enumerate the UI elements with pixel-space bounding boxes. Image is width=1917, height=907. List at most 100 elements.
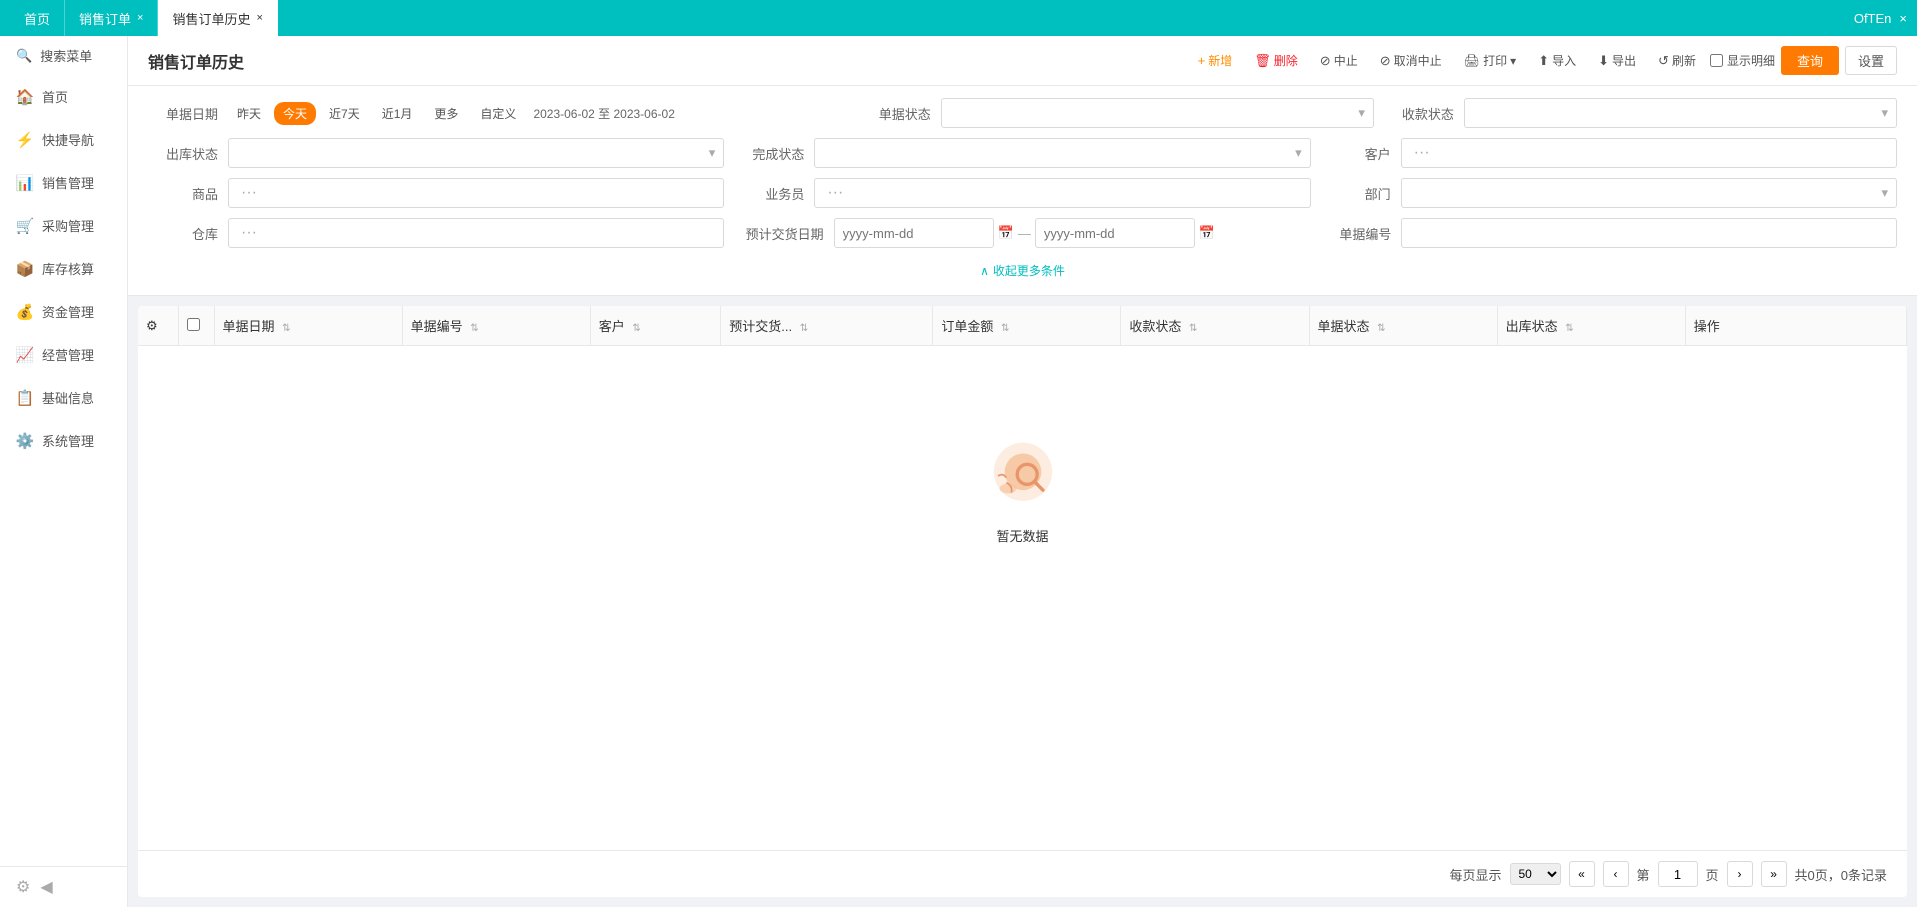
th-amount-label: 订单金额 <box>941 319 993 334</box>
date-tag-custom[interactable]: 自定义 <box>471 102 525 125</box>
total-text: 共0页，0条记录 <box>1795 865 1887 884</box>
product-dots[interactable]: ··· <box>237 184 261 202</box>
date-tag-yesterday[interactable]: 昨天 <box>228 102 270 125</box>
collapse-up-icon: ∧ <box>980 264 989 278</box>
completion-status-select[interactable]: ▾ <box>814 138 1310 168</box>
delivery-date-to[interactable] <box>1035 218 1195 248</box>
sidebar-search[interactable]: 🔍 搜索菜单 <box>0 36 127 75</box>
sidebar-item-quick-nav[interactable]: ⚡ 快捷导航 <box>0 118 127 161</box>
sidebar-item-home-label: 首页 <box>42 87 68 106</box>
page-label: 页 <box>1706 865 1719 884</box>
th-amount-sort[interactable]: ⇅ <box>1001 323 1009 334</box>
query-label: 查询 <box>1797 54 1823 69</box>
sidebar-item-sales[interactable]: 📊 销售管理 <box>0 161 127 204</box>
date-tag-7days[interactable]: 近7天 <box>320 102 369 125</box>
tab-sales-order[interactable]: 销售订单 × <box>65 0 158 36</box>
export-button[interactable]: ⬇ 导出 <box>1590 48 1644 73</box>
import-button[interactable]: ⬆ 导入 <box>1530 48 1584 73</box>
cancel-stop-button[interactable]: ⊘ 取消中止 <box>1372 48 1450 73</box>
collection-status-select[interactable]: ▾ <box>1464 98 1897 128</box>
delivery-date-label: 预计交货日期 <box>734 224 824 243</box>
add-label: 新增 <box>1208 52 1232 69</box>
filter-row-4: 仓库 ··· 预计交货日期 📅 — 📅 单据编号 <box>148 218 1897 248</box>
bill-status-select[interactable]: ▾ <box>941 98 1374 128</box>
salesperson-dots[interactable]: ··· <box>823 184 847 202</box>
sidebar-collapse-icon[interactable]: ◀ <box>40 877 52 897</box>
th-collection-sort[interactable]: ⇅ <box>1189 323 1197 334</box>
prev-page-btn[interactable]: ‹ <box>1603 861 1629 887</box>
setting-label: 设置 <box>1858 54 1884 69</box>
collapse-button[interactable]: ∧ 收起更多条件 <box>148 258 1897 283</box>
quick-nav-icon: ⚡ <box>16 131 34 149</box>
page-number-input[interactable] <box>1658 861 1698 887</box>
th-date-sort[interactable]: ⇅ <box>282 323 290 334</box>
th-delivery-sort[interactable]: ⇅ <box>800 323 808 334</box>
toolbar: + 新增 🗑 删除 ⊘ 中止 ⊘ 取消中止 🖨 打印 <box>1190 46 1897 75</box>
th-bill-status-sort[interactable]: ⇅ <box>1377 323 1385 334</box>
window-close-btn[interactable]: × <box>1899 11 1907 26</box>
first-page-btn[interactable]: « <box>1569 861 1595 887</box>
sidebar-item-inventory[interactable]: 📦 库存核算 <box>0 247 127 290</box>
refresh-button[interactable]: ↺ 刷新 <box>1650 48 1704 73</box>
print-button[interactable]: 🖨 打印 ▾ <box>1456 48 1525 73</box>
display-cols-input[interactable] <box>1710 54 1723 67</box>
delete-icon: 🗑 <box>1254 53 1271 69</box>
th-date: 单据日期 ⇅ <box>214 306 402 346</box>
sidebar-bottom: ⚙ ◀ <box>0 866 127 907</box>
sidebar-item-system[interactable]: ⚙️ 系统管理 <box>0 419 127 462</box>
select-all-checkbox[interactable] <box>187 318 200 331</box>
delivery-date-from[interactable] <box>834 218 994 248</box>
calendar-to-icon[interactable]: 📅 <box>1199 225 1215 241</box>
page-size-select[interactable]: 10 20 50 100 <box>1510 863 1561 885</box>
th-number: 单据编号 ⇅ <box>402 306 590 346</box>
home-icon: 🏠 <box>16 88 34 106</box>
delete-button[interactable]: 🗑 删除 <box>1246 48 1306 73</box>
department-select[interactable]: ▾ <box>1401 178 1897 208</box>
warehouse-dots[interactable]: ··· <box>237 224 261 242</box>
th-bill-status: 单据状态 ⇅ <box>1309 306 1497 346</box>
setting-button[interactable]: 设置 <box>1845 46 1897 75</box>
tab-sales-order-history[interactable]: 销售订单历史 × <box>158 0 277 36</box>
table-gear-icon[interactable]: ⚙ <box>146 318 158 333</box>
calendar-from-icon[interactable]: 📅 <box>998 225 1014 241</box>
display-cols-checkbox[interactable]: 显示明细 <box>1710 52 1775 69</box>
th-delivery: 预计交货... ⇅ <box>721 306 933 346</box>
th-number-label: 单据编号 <box>411 319 463 334</box>
sidebar-item-operations[interactable]: 📈 经营管理 <box>0 333 127 376</box>
table-wrapper: ⚙ 单据日期 ⇅ 单据编号 ⇅ <box>138 306 1907 850</box>
th-customer-sort[interactable]: ⇅ <box>632 323 640 334</box>
stop-button[interactable]: ⊘ 中止 <box>1312 48 1366 73</box>
next-page-btn[interactable]: › <box>1727 861 1753 887</box>
data-table: ⚙ 单据日期 ⇅ 单据编号 ⇅ <box>138 306 1907 346</box>
tab-sales-order-history-close[interactable]: × <box>256 12 262 24</box>
date-tag-1month[interactable]: 近1月 <box>373 102 422 125</box>
product-select[interactable]: ··· <box>228 178 724 208</box>
sidebar-gear-icon[interactable]: ⚙ <box>16 877 30 897</box>
date-tag-today[interactable]: 今天 <box>274 102 316 125</box>
date-tag-more[interactable]: 更多 <box>425 102 467 125</box>
refresh-icon: ↺ <box>1658 53 1669 69</box>
customer-select[interactable]: ··· <box>1401 138 1897 168</box>
filter-row-1: 单据日期 昨天 今天 近7天 近1月 更多 自定义 2023-06-02 至 2… <box>148 98 1897 128</box>
add-icon: + <box>1198 53 1206 68</box>
outbound-status-select[interactable]: ▾ <box>228 138 724 168</box>
last-page-btn[interactable]: » <box>1761 861 1787 887</box>
query-button[interactable]: 查询 <box>1781 46 1839 75</box>
inventory-icon: 📦 <box>16 260 34 278</box>
customer-dots[interactable]: ··· <box>1410 144 1434 162</box>
sidebar-item-basic[interactable]: 📋 基础信息 <box>0 376 127 419</box>
add-button[interactable]: + 新增 <box>1190 48 1241 73</box>
sidebar-item-purchase[interactable]: 🛒 采购管理 <box>0 204 127 247</box>
sidebar-item-finance[interactable]: 💰 资金管理 <box>0 290 127 333</box>
sidebar-item-home[interactable]: 🏠 首页 <box>0 75 127 118</box>
often-label[interactable]: OfTEn <box>1854 11 1892 26</box>
tab-sales-order-close[interactable]: × <box>137 12 143 24</box>
th-outbound-sort[interactable]: ⇅ <box>1565 323 1573 334</box>
warehouse-select[interactable]: ··· <box>228 218 724 248</box>
tab-home[interactable]: 首页 <box>10 0 65 36</box>
th-number-sort[interactable]: ⇅ <box>470 323 478 334</box>
delete-label: 删除 <box>1274 52 1298 69</box>
order-number-input[interactable] <box>1401 218 1897 248</box>
salesperson-select[interactable]: ··· <box>814 178 1310 208</box>
operations-icon: 📈 <box>16 346 34 364</box>
